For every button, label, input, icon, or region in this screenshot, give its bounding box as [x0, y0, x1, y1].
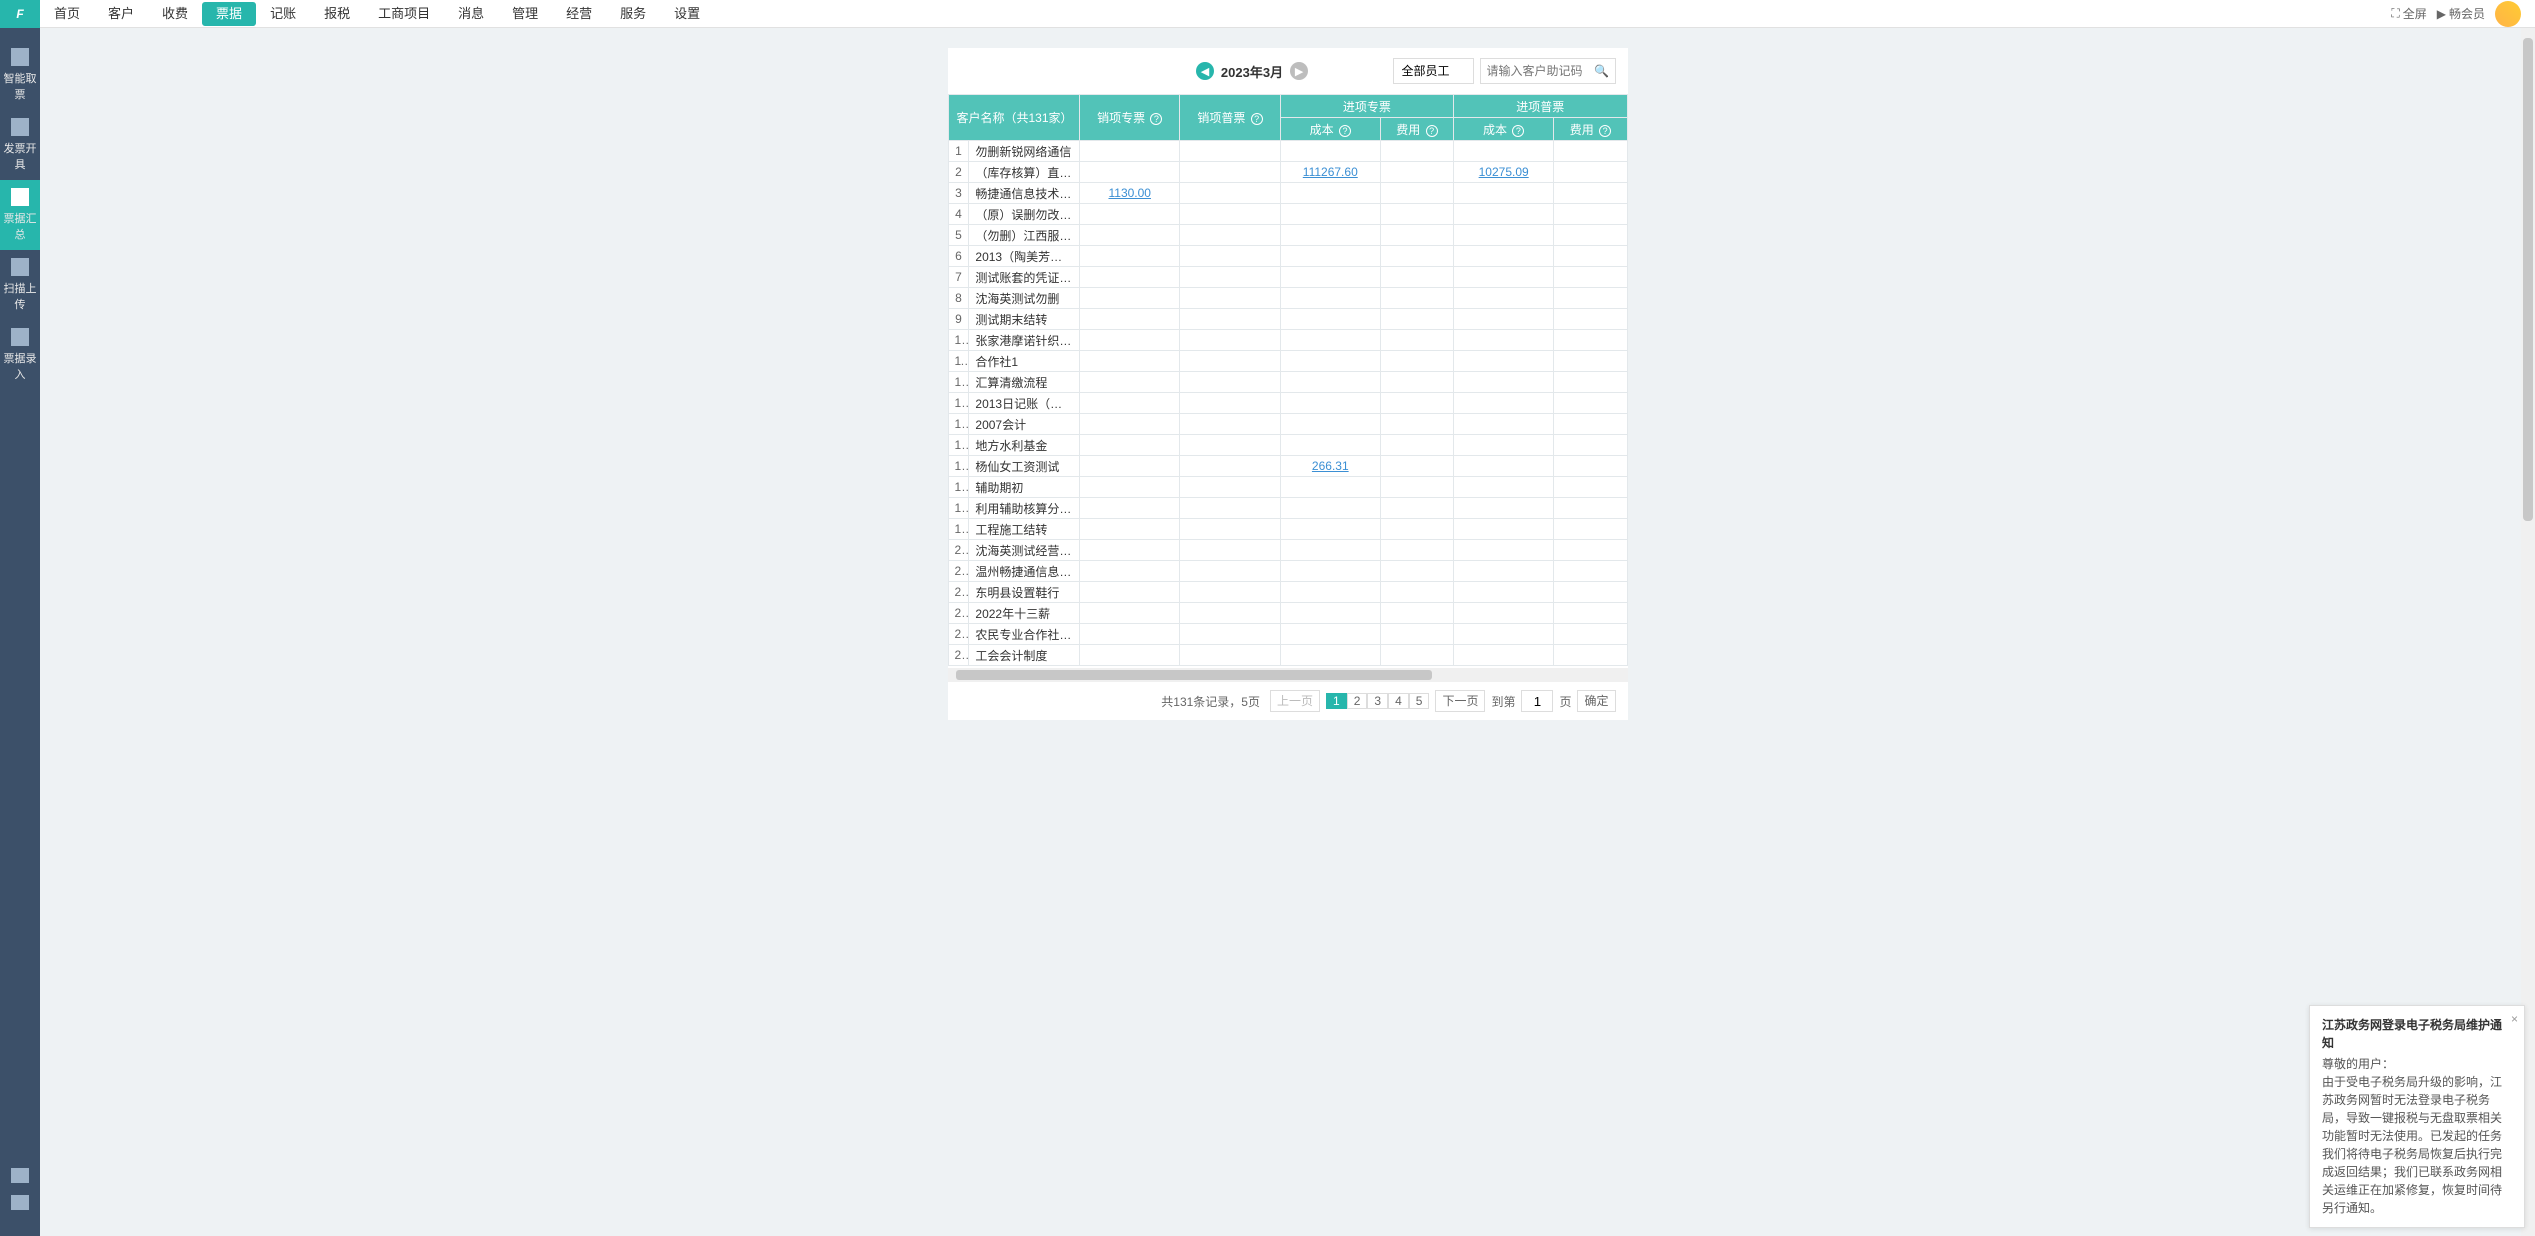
page-3[interactable]: 3	[1367, 693, 1388, 709]
table-row: 19工程施工结转	[948, 519, 1627, 540]
doc-icon	[11, 188, 29, 206]
table-row: 232022年十三薪	[948, 603, 1627, 624]
notification-panel: × 江苏政务网登录电子税务局维护通知 尊敬的用户： 由于受电子税务局升级的影响，…	[2309, 1005, 2525, 1228]
nav-客户[interactable]: 客户	[94, 0, 148, 28]
doc-icon	[11, 48, 29, 66]
sidebar-智能取票[interactable]: 智能取票	[0, 40, 40, 110]
search-icon[interactable]: 🔍	[1589, 64, 1615, 78]
sidebar-票据汇总[interactable]: 票据汇总	[0, 180, 40, 250]
nav-票据[interactable]: 票据	[202, 2, 256, 26]
table-row: 3畅捷通信息技术股份有限公…1130.00	[948, 183, 1627, 204]
page-1[interactable]: 1	[1326, 693, 1347, 709]
col-fee2: 费用 ?	[1554, 118, 1627, 141]
col-sales-special: 销项专票 ?	[1080, 95, 1180, 141]
page-4[interactable]: 4	[1388, 693, 1409, 709]
pager-info: 共131条记录，5页	[1161, 693, 1260, 710]
prev-month-button[interactable]: ◀	[1196, 62, 1214, 80]
nav-服务[interactable]: 服务	[606, 0, 660, 28]
table-row: 132013日记账（不要删除哈…	[948, 393, 1627, 414]
table-row: 2（库存核算）直播畅捷通信…111267.6010275.09	[948, 162, 1627, 183]
fullscreen-button[interactable]: ⛶ 全屏	[2391, 5, 2426, 22]
page-2[interactable]: 2	[1347, 693, 1368, 709]
col-sales-ordinary: 销项普票 ?	[1180, 95, 1280, 141]
prev-page-button[interactable]: 上一页	[1270, 690, 1320, 712]
employee-select[interactable]: 全部员工	[1393, 58, 1474, 84]
col-cost2: 成本 ?	[1454, 118, 1554, 141]
nav-记账[interactable]: 记账	[256, 0, 310, 28]
table-row: 142007会计	[948, 414, 1627, 435]
sidebar-扫描上传[interactable]: 扫描上传	[0, 250, 40, 320]
table-row: 9测试期末结转	[948, 309, 1627, 330]
help-icon[interactable]	[11, 1168, 29, 1183]
table-row: 1勿删新锐网络通信	[948, 141, 1627, 162]
avatar[interactable]	[2495, 1, 2521, 27]
doc-icon	[11, 258, 29, 276]
nav-报税[interactable]: 报税	[310, 0, 364, 28]
doc-icon	[11, 118, 29, 136]
close-icon[interactable]: ×	[2511, 1010, 2518, 1028]
nav-设置[interactable]: 设置	[660, 0, 714, 28]
doc-icon	[11, 328, 29, 346]
goto-confirm-button[interactable]: 确定	[1577, 690, 1615, 712]
table-row: 11合作社1	[948, 351, 1627, 372]
next-month-button[interactable]: ▶	[1290, 62, 1308, 80]
search-input[interactable]	[1481, 59, 1589, 83]
sidebar-发票开具[interactable]: 发票开具	[0, 110, 40, 180]
nav-经营[interactable]: 经营	[552, 0, 606, 28]
table-row: 17辅助期初	[948, 477, 1627, 498]
period-label: 2023年3月	[1221, 62, 1283, 81]
table-row: 5（勿删）江西服宝-LSS	[948, 225, 1627, 246]
table-row: 8沈海英测试勿删	[948, 288, 1627, 309]
vip-button[interactable]: ▶ 畅会员	[2437, 5, 2485, 22]
nav-首页[interactable]: 首页	[40, 0, 94, 28]
next-page-button[interactable]: 下一页	[1435, 690, 1485, 712]
sidebar-票据录入[interactable]: 票据录入	[0, 320, 40, 390]
table-row: 20沈海英测试经营勿删	[948, 540, 1627, 561]
table-row: 22东明县设置鞋行	[948, 582, 1627, 603]
table-row: 25工会会计制度	[948, 645, 1627, 666]
goto-page-input[interactable]	[1521, 690, 1553, 712]
col-in-special: 进项专票	[1280, 95, 1453, 118]
table-row: 10张家港摩诺针织品有限公…	[948, 330, 1627, 351]
table-row: 15地方水利基金	[948, 435, 1627, 456]
table-row: 21温州畅捷通信息服务有限…	[948, 561, 1627, 582]
table-row: 24农民专业合作社会计制度	[948, 624, 1627, 645]
col-fee1: 费用 ?	[1380, 118, 1453, 141]
col-customer: 客户名称（共131家）	[948, 95, 1080, 141]
table-row: 7测试账套的凭证打印的时候…	[948, 267, 1627, 288]
table-row: 12汇算清缴流程	[948, 372, 1627, 393]
nav-收费[interactable]: 收费	[148, 0, 202, 28]
page-5[interactable]: 5	[1409, 693, 1430, 709]
nav-消息[interactable]: 消息	[444, 0, 498, 28]
nav-管理[interactable]: 管理	[498, 0, 552, 28]
col-in-ordinary: 进项普票	[1454, 95, 1627, 118]
horizontal-scrollbar[interactable]	[948, 668, 1628, 682]
nav-工商项目[interactable]: 工商项目	[364, 0, 444, 28]
refresh-icon[interactable]	[11, 1195, 29, 1210]
brand-logo: F	[0, 0, 40, 28]
table-row: 16杨仙女工资测试266.31	[948, 456, 1627, 477]
table-row: 18利用辅助核算分析每种商…	[948, 498, 1627, 519]
table-row: 62013（陶美芳勿删）	[948, 246, 1627, 267]
col-cost1: 成本 ?	[1280, 118, 1380, 141]
table-row: 4（原）误删勿改李艳芬测试账…	[948, 204, 1627, 225]
